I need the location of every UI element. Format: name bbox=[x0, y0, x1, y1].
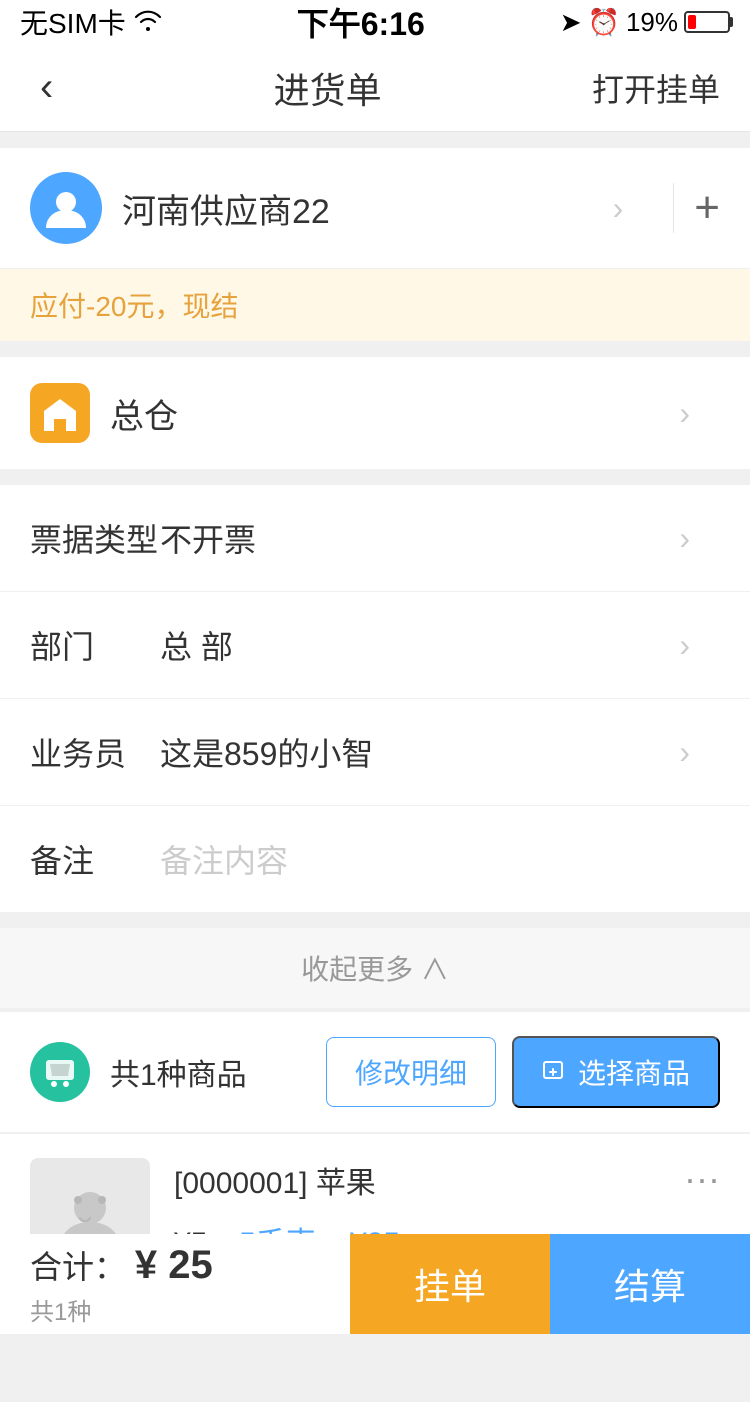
total-amount: ¥ 25 bbox=[135, 1243, 213, 1287]
remark-row[interactable]: 备注 备注内容 bbox=[0, 805, 750, 912]
form-section: 票据类型 不开票 › 部门 总 部 › 业务员 这是859的小智 › 备注 备注… bbox=[0, 485, 750, 912]
back-button[interactable]: ‹ bbox=[30, 55, 63, 120]
status-time: 下午6:16 bbox=[297, 0, 425, 45]
select-product-icon bbox=[542, 1058, 570, 1086]
invoice-type-label: 票据类型 bbox=[30, 515, 160, 561]
open-pending-button[interactable]: 打开挂单 bbox=[592, 65, 720, 111]
department-value: 总 部 bbox=[160, 622, 679, 668]
sales-rep-chevron-icon: › bbox=[679, 734, 690, 771]
product-header: 共1种商品 修改明细 选择商品 bbox=[0, 1012, 750, 1132]
location-icon: ➤ bbox=[560, 7, 582, 38]
bottom-bar: 合计： ¥ 25 共1种 挂单 结算 bbox=[0, 1234, 750, 1334]
edit-detail-button[interactable]: 修改明细 bbox=[326, 1037, 496, 1107]
status-bar: 无SIM卡 下午6:16 ➤ ⏰ 19% bbox=[0, 0, 750, 44]
carrier-label: 无SIM卡 bbox=[20, 2, 126, 42]
battery-icon bbox=[684, 11, 730, 33]
cart-svg bbox=[42, 1054, 78, 1090]
product-code: [0000001] bbox=[174, 1167, 307, 1200]
select-product-button[interactable]: 选择商品 bbox=[512, 1036, 720, 1108]
cart-icon bbox=[30, 1042, 90, 1102]
supplier-section: 河南供应商22 › + 应付-20元，现结 bbox=[0, 148, 750, 341]
checkout-button[interactable]: 结算 bbox=[550, 1234, 750, 1334]
warehouse-row[interactable]: 总仓 › bbox=[0, 357, 750, 469]
nav-bar: ‹ 进货单 打开挂单 bbox=[0, 44, 750, 132]
user-icon bbox=[44, 186, 88, 230]
warehouse-chevron-icon: › bbox=[679, 395, 690, 432]
remark-label: 备注 bbox=[30, 836, 160, 882]
product-count: 共1种商品 bbox=[110, 1050, 326, 1094]
alarm-icon: ⏰ bbox=[588, 7, 620, 38]
invoice-type-value: 不开票 bbox=[160, 515, 679, 561]
total-count: 共1种 bbox=[30, 1292, 320, 1327]
sales-rep-value: 这是859的小智 bbox=[160, 729, 679, 775]
battery-percent: 19% bbox=[626, 7, 678, 38]
supplier-chevron-icon: › bbox=[613, 190, 624, 227]
status-left: 无SIM卡 bbox=[20, 2, 162, 42]
warehouse-section: 总仓 › bbox=[0, 357, 750, 469]
total-main: 合计： ¥ 25 bbox=[30, 1242, 320, 1288]
warehouse-name: 总仓 bbox=[110, 389, 679, 438]
invoice-type-chevron-icon: › bbox=[679, 520, 690, 557]
product-name: [0000001] 苹果 bbox=[174, 1158, 674, 1202]
supplier-name: 河南供应商22 bbox=[122, 184, 613, 233]
total-area: 合计： ¥ 25 共1种 bbox=[0, 1242, 350, 1327]
sales-rep-row[interactable]: 业务员 这是859的小智 › bbox=[0, 698, 750, 805]
total-label: 合计： bbox=[30, 1249, 126, 1285]
remark-input[interactable]: 备注内容 bbox=[160, 836, 720, 882]
home-icon bbox=[42, 395, 78, 431]
divider bbox=[673, 183, 674, 233]
status-right: ➤ ⏰ 19% bbox=[560, 7, 730, 38]
department-chevron-icon: › bbox=[679, 627, 690, 664]
department-label: 部门 bbox=[30, 622, 160, 668]
wifi-icon bbox=[134, 6, 162, 38]
page-title: 进货单 bbox=[274, 62, 382, 114]
product-title: 苹果 bbox=[316, 1167, 376, 1200]
invoice-type-row[interactable]: 票据类型 不开票 › bbox=[0, 485, 750, 591]
department-row[interactable]: 部门 总 部 › bbox=[0, 591, 750, 698]
supplier-row[interactable]: 河南供应商22 › + bbox=[0, 148, 750, 269]
spacer-1 bbox=[0, 132, 750, 148]
select-product-label: 选择商品 bbox=[578, 1052, 690, 1092]
warehouse-icon bbox=[30, 383, 90, 443]
hang-order-button[interactable]: 挂单 bbox=[350, 1234, 550, 1334]
collapse-bar[interactable]: 收起更多 ∧ bbox=[0, 928, 750, 1008]
sales-rep-label: 业务员 bbox=[30, 729, 160, 775]
add-supplier-button[interactable]: + bbox=[694, 183, 720, 233]
product-more-button[interactable]: ··· bbox=[674, 1158, 720, 1200]
supplier-alert: 应付-20元，现结 bbox=[0, 269, 750, 341]
supplier-avatar bbox=[30, 172, 102, 244]
